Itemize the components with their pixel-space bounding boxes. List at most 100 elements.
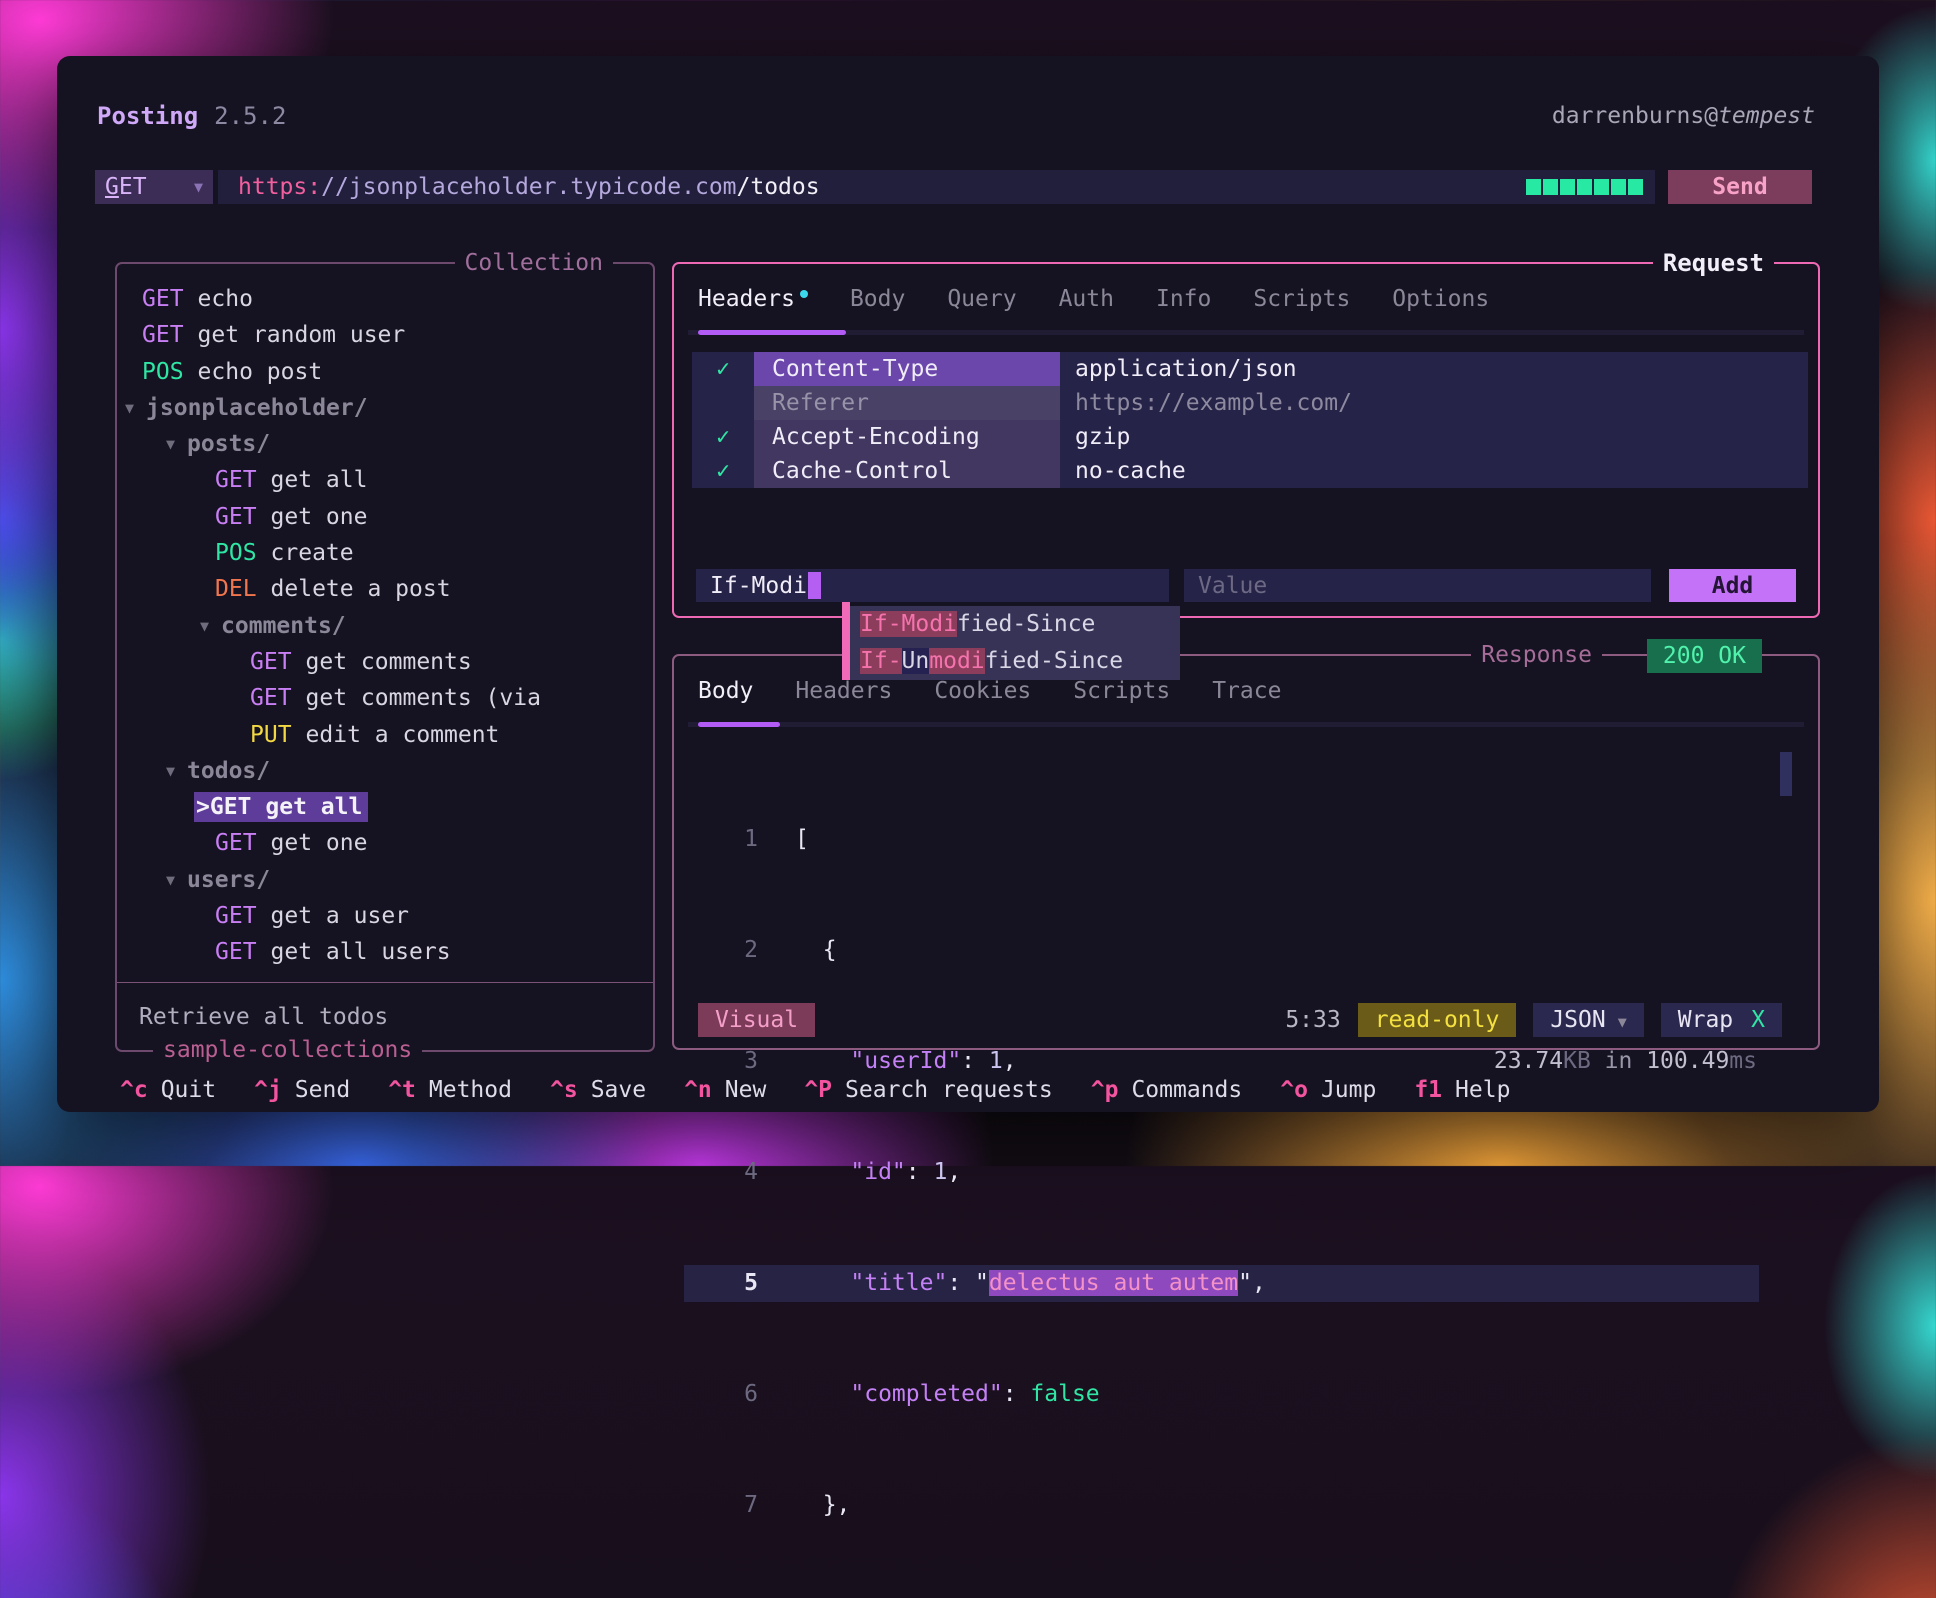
keybinding-save[interactable]: ^sSave	[550, 1077, 646, 1103]
collection-item[interactable]: GETget random user	[117, 317, 649, 353]
header-row[interactable]: ✓ Accept-Encoding gzip	[692, 420, 1808, 454]
add-header-button[interactable]: Add	[1669, 569, 1796, 602]
header-key-cell[interactable]: Content-Type	[754, 352, 1060, 386]
keybinding-help[interactable]: f1Help	[1414, 1077, 1510, 1103]
keybinding-send[interactable]: ^jSend	[254, 1077, 350, 1103]
code-line: 1[	[684, 821, 1814, 858]
collection-folder[interactable]: ▼posts/	[117, 426, 649, 462]
collection-file-label: sample-collections	[153, 1035, 422, 1065]
keybinding-method[interactable]: ^tMethod	[388, 1077, 512, 1103]
cursor-position: 5:33	[1285, 1007, 1340, 1033]
request-panel-title: Request	[1653, 248, 1774, 278]
header-key-cell[interactable]: Cache-Control	[754, 454, 1060, 488]
collection-item[interactable]: GETget comments	[117, 644, 649, 680]
tab-response-trace[interactable]: Trace	[1212, 678, 1281, 704]
tab-response-cookies[interactable]: Cookies	[934, 678, 1031, 704]
response-panel: Response 200 OK Body Headers Cookies Scr…	[672, 654, 1820, 1050]
method-select[interactable]: GET ▼	[95, 170, 213, 204]
keybinding-jump[interactable]: ^oJump	[1280, 1077, 1376, 1103]
wrap-toggle[interactable]: WrapX	[1661, 1003, 1782, 1037]
tab-response-headers[interactable]: Headers	[795, 678, 892, 704]
header-key-cell[interactable]: Referer	[754, 386, 1060, 420]
format-select[interactable]: JSON▼	[1533, 1003, 1643, 1037]
collection-item[interactable]: GETget all users	[117, 934, 649, 970]
header-name-input[interactable]: If-Modi	[696, 569, 1169, 602]
app-name: Posting	[97, 102, 198, 130]
code-line: 7 },	[684, 1487, 1814, 1524]
request-description: Retrieve all todos	[139, 1004, 388, 1030]
autocomplete-option[interactable]: If-Modified-Since	[850, 606, 1180, 643]
collection-item[interactable]: POScreate	[117, 535, 649, 571]
collection-item[interactable]: GETecho	[117, 281, 649, 317]
app-version: 2.5.2	[214, 102, 286, 130]
code-line: 4 "id": 1,	[684, 1154, 1814, 1191]
collection-panel: Collection GETecho GETget random user PO…	[115, 262, 655, 1052]
header-row[interactable]: Referer https://example.com/	[692, 386, 1808, 420]
collection-item[interactable]: DELdelete a post	[117, 571, 649, 607]
tab-response-body[interactable]: Body	[698, 678, 753, 704]
header-key-cell[interactable]: Accept-Encoding	[754, 420, 1060, 454]
response-toolbar: Visual 5:33 read-only JSON▼ WrapX	[698, 1002, 1782, 1037]
send-button[interactable]: Send	[1668, 170, 1812, 204]
url-input[interactable]: https://jsonplaceholder.typicode.com/tod…	[218, 170, 1655, 204]
readonly-badge: read-only	[1358, 1003, 1517, 1037]
collection-panel-title: Collection	[455, 248, 613, 278]
tab-response-scripts[interactable]: Scripts	[1073, 678, 1170, 704]
tab-scroll-track[interactable]	[688, 722, 1804, 727]
header-row[interactable]: ✓ Cache-Control no-cache	[692, 454, 1808, 488]
code-line: 6 "completed": false	[684, 1376, 1814, 1413]
collection-item[interactable]: PUTedit a comment	[117, 717, 649, 753]
collection-item[interactable]: GETget one	[117, 499, 649, 535]
header-value-cell[interactable]: gzip	[1060, 420, 1808, 454]
scrollbar-thumb[interactable]	[1780, 752, 1792, 796]
add-header-row: If-Modi Value Add	[674, 569, 1818, 602]
keybinding-quit[interactable]: ^cQuit	[120, 1077, 216, 1103]
tab-query[interactable]: Query	[947, 286, 1016, 312]
tab-auth[interactable]: Auth	[1059, 286, 1114, 312]
collection-folder[interactable]: ▼comments/	[117, 608, 649, 644]
header-value-cell[interactable]: no-cache	[1060, 454, 1808, 488]
footer-keybindings: ^cQuit ^jSend ^tMethod ^sSave ^nNew ^PSe…	[120, 1074, 1859, 1106]
collection-item-selected[interactable]: >GETget all	[117, 789, 649, 825]
mode-badge[interactable]: Visual	[698, 1003, 815, 1037]
keybinding-search-requests[interactable]: ^PSearch requests	[804, 1077, 1052, 1103]
selected-text: delectus aut autem	[989, 1270, 1238, 1296]
collection-item[interactable]: GETget all	[117, 462, 649, 498]
header-value-input[interactable]: Value	[1184, 569, 1651, 602]
collapse-arrow-icon: ▼	[125, 399, 134, 417]
tab-body[interactable]: Body	[850, 286, 905, 312]
header-enabled-checkbox[interactable]: ✓	[692, 424, 754, 450]
headers-table: ✓ Content-Type application/json Referer …	[692, 352, 1808, 488]
collection-folder[interactable]: ▼todos/	[117, 753, 649, 789]
header-enabled-checkbox[interactable]: ✓	[692, 458, 754, 484]
url-row: GET ▼ https://jsonplaceholder.typicode.c…	[95, 170, 1869, 204]
collection-item[interactable]: GETget a user	[117, 898, 649, 934]
keybinding-new[interactable]: ^nNew	[684, 1077, 766, 1103]
response-body-editor[interactable]: 1[ 2 { 3 "userId": 1, 4 "id": 1, 5 "titl…	[684, 747, 1814, 1598]
request-panel: Request Headers Body Query Auth Info Scr…	[672, 262, 1820, 618]
titlebar: Posting2.5.2 darrenburns@tempest	[97, 100, 1815, 132]
tab-scroll-track[interactable]	[688, 330, 1804, 335]
collection-item[interactable]: GETget comments (via	[117, 680, 649, 716]
header-row[interactable]: ✓ Content-Type application/json	[692, 352, 1808, 386]
status-badge: 200 OK	[1647, 639, 1762, 673]
collection-folder[interactable]: ▼users/	[117, 862, 649, 898]
collection-folder[interactable]: ▼jsonplaceholder/	[117, 390, 649, 426]
dropdown-accent-bar	[842, 602, 850, 680]
tab-info[interactable]: Info	[1156, 286, 1211, 312]
collection-item[interactable]: POSecho post	[117, 354, 649, 390]
header-value-cell[interactable]: application/json	[1060, 352, 1808, 386]
autocomplete-option[interactable]: If-Unmodified-Since	[850, 643, 1180, 680]
collection-item[interactable]: GETget one	[117, 825, 649, 861]
app-title: Posting 2.5.2	[97, 102, 286, 130]
modified-dot-icon	[800, 290, 808, 298]
tab-options[interactable]: Options	[1392, 286, 1489, 312]
tab-headers[interactable]: Headers	[698, 286, 808, 312]
collapse-arrow-icon: ▼	[166, 762, 175, 780]
header-value-cell[interactable]: https://example.com/	[1060, 386, 1808, 420]
tab-scripts[interactable]: Scripts	[1253, 286, 1350, 312]
text-cursor	[808, 572, 821, 599]
keybinding-commands[interactable]: ^pCommands	[1091, 1077, 1242, 1103]
progress-blocks	[1526, 179, 1643, 195]
header-enabled-checkbox[interactable]: ✓	[692, 356, 754, 382]
